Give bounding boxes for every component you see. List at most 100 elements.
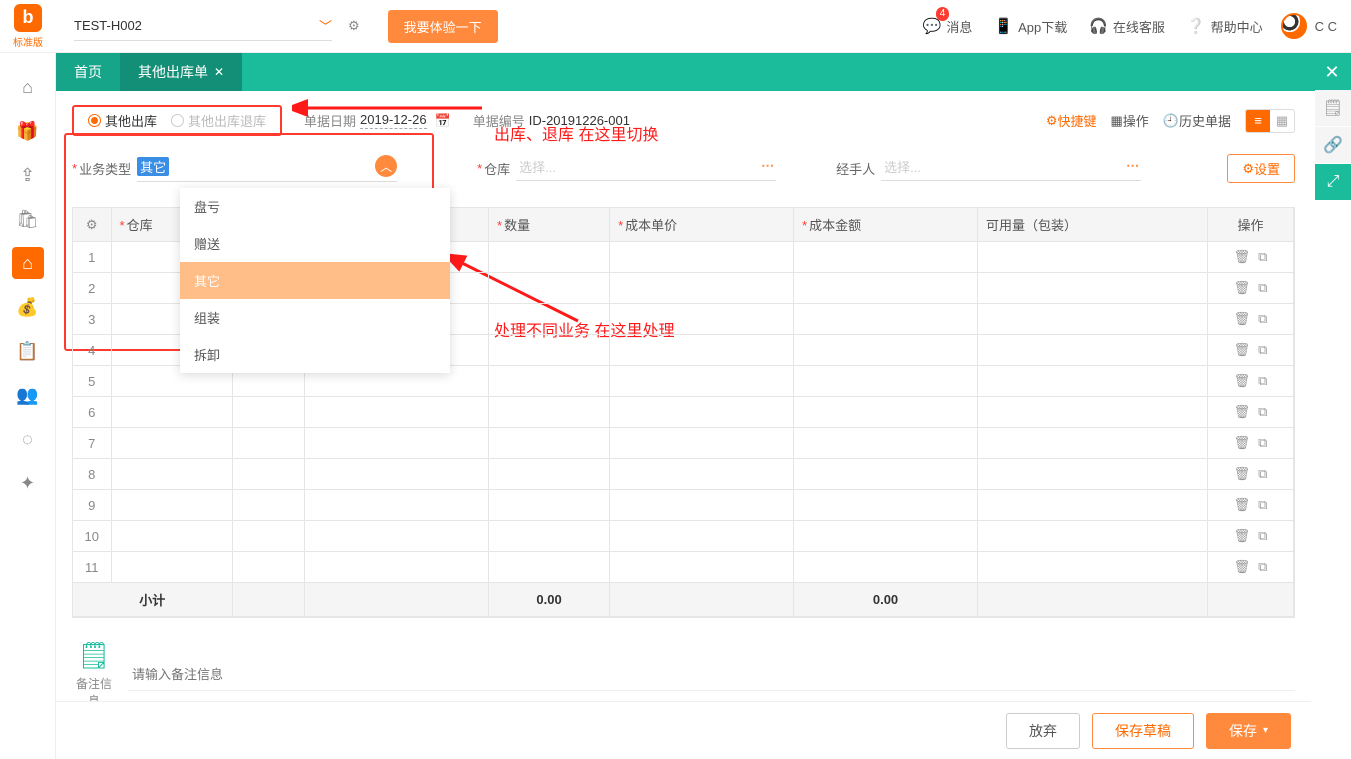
rail-gift-icon[interactable]: 🎁 (12, 115, 44, 147)
duplicate-icon[interactable]: ⧉ (1258, 466, 1267, 481)
close-icon[interactable]: ✕ (214, 65, 224, 79)
handler-group: 经手人 选择... ⋯ (836, 157, 1141, 181)
handler-select[interactable]: 选择... ⋯ (881, 157, 1141, 181)
delete-icon[interactable]: 🗑 (1234, 280, 1251, 295)
rail-refresh-icon[interactable]: ◌ (12, 423, 44, 455)
org-value: TEST-H002 (74, 18, 142, 33)
chevron-up-icon[interactable]: ︿ (375, 155, 397, 177)
duplicate-icon[interactable]: ⧉ (1258, 342, 1267, 357)
delete-icon[interactable]: 🗑 (1234, 528, 1251, 543)
table-row[interactable]: 8 🗑⧉ (73, 459, 1294, 490)
delete-icon[interactable]: 🗑 (1234, 249, 1251, 264)
duplicate-icon[interactable]: ⧉ (1258, 280, 1267, 295)
dropdown-item[interactable]: 组装 (180, 299, 450, 336)
biz-type-dropdown[interactable]: 盘亏赠送其它组装拆卸 (180, 188, 450, 373)
duplicate-icon[interactable]: ⧉ (1258, 559, 1267, 574)
warehouse-label: 仓库 (484, 159, 510, 178)
save-draft-button[interactable]: 保存草稿 (1092, 713, 1194, 749)
tab-home[interactable]: 首页 (56, 53, 120, 91)
discard-button[interactable]: 放弃 (1006, 713, 1080, 749)
rail-money-icon[interactable]: 💰 (12, 291, 44, 323)
save-button[interactable]: 保存 (1206, 713, 1291, 749)
history-link[interactable]: 🕘 历史单据 (1163, 111, 1231, 130)
radio-checked-icon (88, 114, 101, 127)
duplicate-icon[interactable]: ⧉ (1258, 497, 1267, 512)
duplicate-icon[interactable]: ⧉ (1258, 404, 1267, 419)
radio-outbound[interactable]: 其他出库 (88, 111, 157, 130)
biz-type-label: 业务类型 (79, 159, 131, 178)
calendar-icon[interactable]: 📅 (435, 113, 451, 129)
filter-row: * 业务类型 其它 ︿ * 仓库 选择... ⋯ 经手人 选择... ⋯ ⚙ 设… (72, 154, 1295, 183)
layout-grid-icon[interactable]: ▦ (1270, 110, 1294, 132)
rail-new-icon[interactable]: ✦ (12, 467, 44, 499)
rail-contacts-icon[interactable]: 👥 (12, 379, 44, 411)
org-selector[interactable]: TEST-H002 ﹀ (74, 11, 332, 41)
delete-icon[interactable]: 🗑 (1234, 342, 1251, 357)
topbar: b 标准版 TEST-H002 ﹀ ⚙ 我要体验一下 💬4 消息 📱 App下载… (0, 0, 1351, 53)
rail-bag-icon[interactable]: 🛍 (12, 203, 44, 235)
left-rail: ⌂ 🎁 ⇪ 🛍 ⌂ 💰 📋 👥 ◌ ✦ (0, 53, 56, 759)
col-cost-price: *成本单价 (610, 208, 794, 242)
warehouse-select[interactable]: 选择... ⋯ (516, 157, 776, 181)
service-link[interactable]: 🎧 在线客服 (1089, 17, 1165, 36)
table-row[interactable]: 9 🗑⧉ (73, 490, 1294, 521)
remark-icon: 🗒 备注信息 (72, 640, 116, 709)
more-icon[interactable]: ⋯ (761, 158, 776, 174)
dropdown-item[interactable]: 拆卸 (180, 336, 450, 373)
logo[interactable]: b 标准版 (0, 4, 56, 49)
delete-icon[interactable]: 🗑 (1234, 466, 1251, 481)
phone-icon: 📱 (994, 17, 1013, 35)
delete-icon[interactable]: 🗑 (1234, 373, 1251, 388)
date-value[interactable]: 2019-12-26 (360, 112, 427, 129)
table-row[interactable]: 10 🗑⧉ (73, 521, 1294, 552)
rail-home-icon[interactable]: ⌂ (12, 71, 44, 103)
tab-other-outbound[interactable]: 其他出库单 ✕ (120, 53, 242, 91)
duplicate-icon[interactable]: ⧉ (1258, 249, 1267, 264)
messages-link[interactable]: 💬4 消息 (923, 17, 973, 36)
table-row[interactable]: 11 🗑⧉ (73, 552, 1294, 583)
remark-input[interactable] (128, 659, 1295, 691)
tabstrip-close[interactable]: ✕ (1313, 53, 1351, 91)
gear-icon[interactable]: ⚙ (348, 18, 360, 34)
duplicate-icon[interactable]: ⧉ (1258, 311, 1267, 326)
duplicate-icon[interactable]: ⧉ (1258, 435, 1267, 450)
avatar[interactable] (1281, 13, 1307, 39)
chevron-down-icon: ﹀ (319, 16, 332, 35)
handler-label: 经手人 (836, 159, 875, 178)
dropdown-item[interactable]: 盘亏 (180, 188, 450, 225)
duplicate-icon[interactable]: ⧉ (1258, 373, 1267, 388)
delete-icon[interactable]: 🗑 (1234, 404, 1251, 419)
delete-icon[interactable]: 🗑 (1234, 435, 1251, 450)
help-link[interactable]: ❔ 帮助中心 (1187, 17, 1263, 36)
radio-outbound-return[interactable]: 其他出库退库 (171, 111, 266, 130)
delete-icon[interactable]: 🗑 (1234, 311, 1251, 326)
rail-clipboard-icon[interactable]: 📋 (12, 335, 44, 367)
subtotal-row: 小计 0.00 0.00 (73, 583, 1294, 617)
layout-list-icon[interactable]: ≡ (1246, 110, 1270, 132)
hotkey-link[interactable]: ⚙ 快捷键 (1046, 111, 1097, 130)
handler-placeholder: 选择... (881, 157, 924, 176)
try-button[interactable]: 我要体验一下 (388, 10, 498, 43)
dropdown-item[interactable]: 其它 (180, 262, 450, 299)
rail-warehouse-icon[interactable]: ⌂ (12, 247, 44, 279)
biz-type-select[interactable]: 其它 ︿ (137, 155, 397, 182)
table-row[interactable]: 7 🗑⧉ (73, 428, 1294, 459)
docno-label: 单据编号 (473, 111, 525, 130)
delete-icon[interactable]: 🗑 (1234, 559, 1251, 574)
rr-note-icon[interactable]: 🗒 (1315, 90, 1351, 126)
rail-return-icon[interactable]: ⇪ (12, 159, 44, 191)
col-gear[interactable]: ⚙ (73, 208, 111, 242)
app-download-link[interactable]: 📱 App下载 (994, 17, 1067, 36)
duplicate-icon[interactable]: ⧉ (1258, 528, 1267, 543)
delete-icon[interactable]: 🗑 (1234, 497, 1251, 512)
operate-link[interactable]: ▦ 操作 (1110, 111, 1148, 130)
rr-expand-icon[interactable]: ⤢ (1315, 164, 1351, 200)
table-row[interactable]: 6 🗑⧉ (73, 397, 1294, 428)
dropdown-item[interactable]: 赠送 (180, 225, 450, 262)
rr-link-icon[interactable]: 🔗 (1315, 127, 1351, 163)
warehouse-placeholder: 选择... (516, 157, 559, 176)
settings-button[interactable]: ⚙ 设置 (1227, 154, 1295, 183)
subtotal-qty: 0.00 (489, 583, 610, 617)
more-icon[interactable]: ⋯ (1126, 158, 1141, 174)
user-name[interactable]: C C (1315, 19, 1337, 34)
